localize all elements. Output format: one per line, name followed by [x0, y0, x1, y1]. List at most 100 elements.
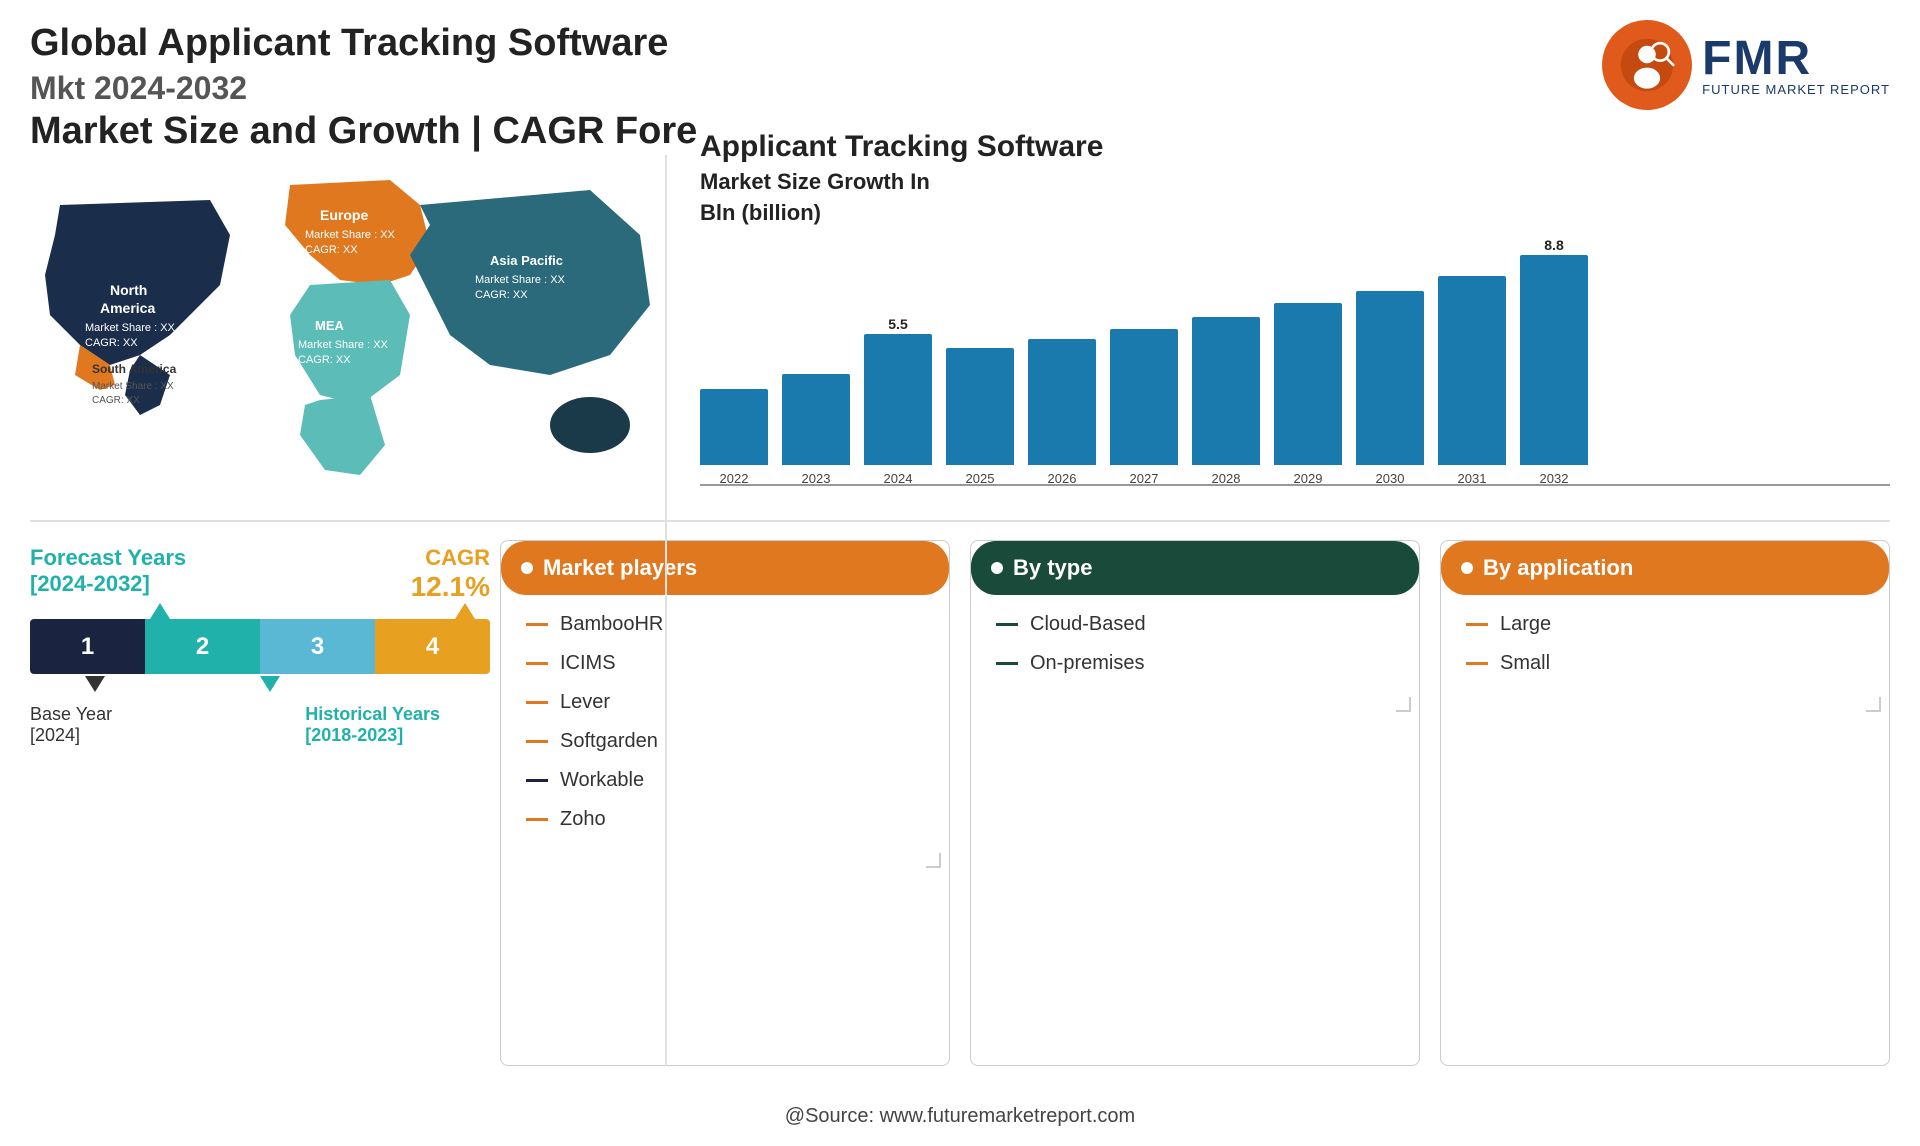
- bar: [782, 374, 850, 465]
- list-dash: [526, 779, 548, 782]
- arrow-down-base: [85, 676, 105, 692]
- base-year-value: [2024]: [30, 725, 112, 746]
- bar-group: 2026: [1028, 319, 1096, 486]
- list-dash: [526, 662, 548, 665]
- bar: [1028, 339, 1096, 465]
- list-dash: [526, 623, 548, 626]
- panel-type-dot: [991, 562, 1003, 574]
- bar-annotation: 5.5: [888, 316, 907, 332]
- bar-group: 2027: [1110, 309, 1178, 486]
- segment-1: 1: [30, 619, 145, 674]
- list-dash: [526, 740, 548, 743]
- hist-years-value: [2018-2023]: [305, 725, 440, 746]
- panel-corner: [1396, 697, 1411, 712]
- panel-app-content: Large Small: [1441, 595, 1889, 693]
- world-map: North America Market Share : XX CAGR: XX…: [30, 155, 670, 515]
- panel-type-header: By type: [971, 541, 1419, 595]
- bar: [946, 348, 1014, 465]
- segment-4: 4: [375, 619, 490, 674]
- chart-axis: [700, 484, 1890, 486]
- logo: FMR FUTURE MARKET REPORT: [1602, 20, 1890, 110]
- svg-text:South America: South America: [92, 362, 177, 376]
- bar: [1520, 255, 1588, 465]
- svg-text:Market Share : XX: Market Share : XX: [92, 381, 174, 392]
- svg-text:Europe: Europe: [320, 207, 368, 223]
- panel-corner: [1866, 697, 1881, 712]
- panel-type-content: Cloud-Based On-premises: [971, 595, 1419, 693]
- title-line1: Global Applicant Tracking Software: [30, 20, 697, 68]
- cagr-value: 12.1%: [411, 571, 490, 603]
- svg-text:Asia Pacific: Asia Pacific: [490, 253, 563, 268]
- logo-tagline: FUTURE MARKET REPORT: [1702, 83, 1890, 96]
- svg-text:Market Share : XX: Market Share : XX: [85, 322, 176, 334]
- bar: [1192, 317, 1260, 465]
- page-title: Global Applicant Tracking Software Mkt 2…: [30, 20, 697, 155]
- panel-players-content: BambooHR ICIMS Lever Softgarden Workable…: [501, 595, 949, 849]
- panels-container: Market players BambooHR ICIMS Lever Soft…: [500, 540, 1890, 1066]
- bar-annotation: 8.8: [1544, 237, 1563, 253]
- list-item: ICIMS: [526, 652, 924, 675]
- panel-by-application: By application Large Small: [1440, 540, 1890, 1066]
- bar: [1110, 329, 1178, 465]
- panel-type-title: By type: [1013, 555, 1092, 581]
- chart-title: Applicant Tracking Software: [700, 130, 1890, 164]
- chart-section: Applicant Tracking Software Market Size …: [700, 130, 1890, 530]
- segments-bar: 1 2 3 4: [30, 619, 490, 674]
- bar-group: 5.52024: [864, 316, 932, 486]
- bar-group: 8.82032: [1520, 237, 1588, 486]
- svg-text:CAGR: XX: CAGR: XX: [305, 244, 358, 256]
- cagr-label: CAGR: [411, 545, 490, 571]
- divider-horizontal: [30, 520, 1890, 522]
- list-item: Large: [1466, 613, 1864, 636]
- panel-app-title: By application: [1483, 555, 1633, 581]
- source-text: @Source: www.futuremarketreport.com: [0, 1105, 1920, 1128]
- bar-group: 2031: [1438, 256, 1506, 486]
- panel-by-type: By type Cloud-Based On-premises: [970, 540, 1420, 1066]
- forecast-years-label: Forecast Years: [30, 545, 186, 571]
- svg-text:CAGR: XX: CAGR: XX: [85, 337, 138, 349]
- list-dash: [1466, 662, 1488, 665]
- list-item: Cloud-Based: [996, 613, 1394, 636]
- list-item: Softgarden: [526, 730, 924, 753]
- list-dash: [1466, 623, 1488, 626]
- list-dash: [526, 701, 548, 704]
- bar-group: 2025: [946, 328, 1014, 486]
- panel-app-dot: [1461, 562, 1473, 574]
- forecast-years-value: [2024-2032]: [30, 571, 186, 597]
- panel-app-header: By application: [1441, 541, 1889, 595]
- arrow-up-forecast: [150, 603, 170, 619]
- title-line2: Market Size and Growth | CAGR Fore: [30, 108, 697, 156]
- list-dash: [996, 662, 1018, 665]
- list-item: Zoho: [526, 808, 924, 831]
- bar-group: 2023: [782, 354, 850, 486]
- bar-group: 2029: [1274, 283, 1342, 486]
- arrow-down-hist: [260, 676, 280, 692]
- svg-text:Market Share : XX: Market Share : XX: [475, 274, 566, 286]
- bar-chart: 202220235.520242025202620272028202920302…: [700, 246, 1890, 486]
- bar-group: 2028: [1192, 297, 1260, 486]
- panel-corner: [926, 853, 941, 868]
- title-overlay: Mkt 2024-2032: [30, 68, 697, 108]
- base-year-label: Base Year: [30, 704, 112, 725]
- segment-2: 2: [145, 619, 260, 674]
- svg-text:CAGR: XX: CAGR: XX: [298, 354, 351, 366]
- logo-icon: [1602, 20, 1692, 110]
- svg-text:CAGR: XX: CAGR: XX: [92, 395, 140, 406]
- list-item: On-premises: [996, 652, 1394, 675]
- divider-vertical: [665, 155, 667, 1066]
- bar: [1356, 291, 1424, 465]
- logo-text: FMR FUTURE MARKET REPORT: [1702, 35, 1890, 96]
- chart-subtitle-line1: Market Size Growth In: [700, 169, 1890, 195]
- bar: [700, 389, 768, 465]
- arrow-up-cagr: [455, 603, 475, 619]
- list-item: Small: [1466, 652, 1864, 675]
- panel-players-dot: [521, 562, 533, 574]
- list-dash: [996, 623, 1018, 626]
- forecast-section: Forecast Years [2024-2032] CAGR 12.1% 1 …: [30, 545, 490, 746]
- bar: [864, 334, 932, 465]
- bar-group: 2022: [700, 369, 768, 486]
- chart-subtitle-line2: Bln (billion): [700, 200, 1890, 226]
- panel-players-header: Market players: [501, 541, 949, 595]
- logo-fmr: FMR: [1702, 35, 1890, 83]
- list-item: Lever: [526, 691, 924, 714]
